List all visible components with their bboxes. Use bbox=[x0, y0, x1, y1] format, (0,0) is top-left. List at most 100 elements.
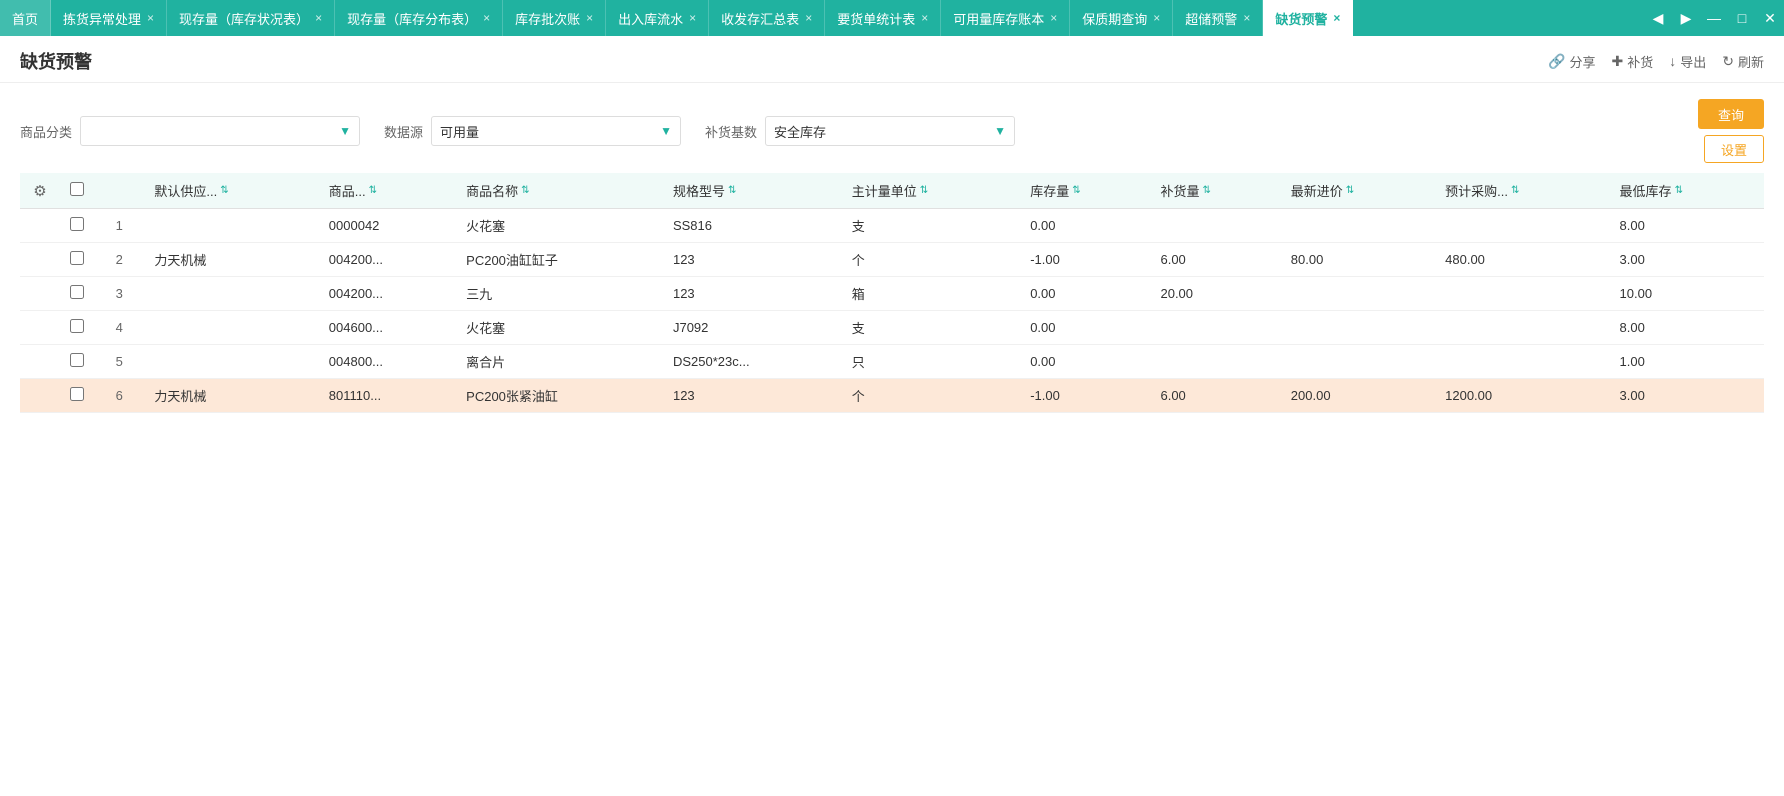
tab-inventory-status[interactable]: 现存量（库存状况表） × bbox=[167, 0, 335, 36]
tab-available-ledger[interactable]: 可用量库存账本 × bbox=[941, 0, 1070, 36]
window-minimize-btn[interactable]: — bbox=[1700, 0, 1728, 36]
cell-est_purchase bbox=[1435, 277, 1609, 311]
column-est-purchase[interactable]: 预计采购... ⇅ bbox=[1435, 173, 1609, 209]
column-latest-price[interactable]: 最新进价 ⇅ bbox=[1281, 173, 1435, 209]
replenish-base-label: 补货基数 bbox=[705, 122, 757, 141]
tab-label-home: 首页 bbox=[12, 9, 38, 28]
supplier-sort[interactable]: 默认供应... ⇅ bbox=[154, 181, 228, 200]
settings-button[interactable]: 设置 bbox=[1704, 135, 1764, 163]
tab-close-shortage[interactable]: × bbox=[1333, 11, 1340, 25]
window-close-btn[interactable]: ✕ bbox=[1756, 0, 1784, 36]
row-gear-cell bbox=[20, 209, 60, 243]
row-checkbox-4[interactable] bbox=[70, 353, 84, 367]
tab-close-requisition-stats[interactable]: × bbox=[921, 11, 928, 25]
tab-close-inventory-status[interactable]: × bbox=[315, 11, 322, 25]
column-min-stock[interactable]: 最低库存 ⇅ bbox=[1610, 173, 1764, 209]
tab-inout-flow[interactable]: 出入库流水 × bbox=[606, 0, 709, 36]
column-goods-code[interactable]: 商品... ⇅ bbox=[319, 173, 456, 209]
tab-close-available-ledger[interactable]: × bbox=[1050, 11, 1057, 25]
tab-exception[interactable]: 拣货异常处理 × bbox=[51, 0, 167, 36]
row-checkbox-1[interactable] bbox=[70, 251, 84, 265]
tab-shortage[interactable]: 缺货预警 × bbox=[1263, 0, 1353, 36]
cell-latest_price bbox=[1281, 277, 1435, 311]
tab-label-requisition-stats: 要货单统计表 bbox=[837, 9, 915, 28]
spec-sort-icon: ⇅ bbox=[728, 185, 736, 196]
row-checkbox-cell[interactable] bbox=[60, 311, 94, 345]
row-checkbox-3[interactable] bbox=[70, 319, 84, 333]
est-purchase-sort[interactable]: 预计采购... ⇅ bbox=[1445, 181, 1519, 200]
tab-next-btn[interactable]: ▶ bbox=[1672, 0, 1700, 36]
category-select[interactable]: ▼ bbox=[80, 116, 360, 146]
export-btn[interactable]: ↓ 导出 bbox=[1669, 52, 1706, 71]
column-replenish[interactable]: 补货量 ⇅ bbox=[1150, 173, 1280, 209]
replenish-base-select[interactable]: 安全库存 ▼ bbox=[765, 116, 1015, 146]
tab-close-overstock[interactable]: × bbox=[1243, 11, 1250, 25]
select-all-checkbox[interactable] bbox=[70, 182, 84, 196]
tab-label-inventory-status: 现存量（库存状况表） bbox=[179, 9, 309, 28]
row-num: 3 bbox=[94, 277, 144, 311]
unit-sort[interactable]: 主计量单位 ⇅ bbox=[852, 181, 928, 200]
tab-close-inventory-dist[interactable]: × bbox=[483, 11, 490, 25]
replenish-btn[interactable]: ✚ 补货 bbox=[1611, 52, 1653, 71]
column-supplier[interactable]: 默认供应... ⇅ bbox=[144, 173, 318, 209]
row-checkbox-0[interactable] bbox=[70, 217, 84, 231]
tab-bar: 首页拣货异常处理 ×现存量（库存状况表） ×现存量（库存分布表） ×库存批次账 … bbox=[0, 0, 1784, 36]
latest-price-sort[interactable]: 最新进价 ⇅ bbox=[1291, 181, 1354, 200]
row-checkbox-cell[interactable] bbox=[60, 209, 94, 243]
cell-supplier: 力天机械 bbox=[144, 243, 318, 277]
tab-close-batch-account[interactable]: × bbox=[586, 11, 593, 25]
column-stock[interactable]: 库存量 ⇅ bbox=[1020, 173, 1150, 209]
header-actions: 🔗 分享 ✚ 补货 ↓ 导出 ↻ 刷新 bbox=[1548, 52, 1764, 71]
cell-spec: 123 bbox=[663, 277, 842, 311]
cell-goods_code: 801110... bbox=[319, 379, 456, 413]
tab-batch-account[interactable]: 库存批次账 × bbox=[503, 0, 606, 36]
tab-label-receive-summary: 收发存汇总表 bbox=[721, 9, 799, 28]
cell-spec: DS250*23c... bbox=[663, 345, 842, 379]
cell-latest_price bbox=[1281, 209, 1435, 243]
tab-expiry-query[interactable]: 保质期查询 × bbox=[1070, 0, 1173, 36]
tab-close-receive-summary[interactable]: × bbox=[805, 11, 812, 25]
row-checkbox-cell[interactable] bbox=[60, 277, 94, 311]
tab-close-inout-flow[interactable]: × bbox=[689, 11, 696, 25]
cell-est_purchase: 480.00 bbox=[1435, 243, 1609, 277]
cell-stock: 0.00 bbox=[1020, 311, 1150, 345]
goods-code-sort[interactable]: 商品... ⇅ bbox=[329, 181, 377, 200]
row-gear-cell bbox=[20, 345, 60, 379]
tab-requisition-stats[interactable]: 要货单统计表 × bbox=[825, 0, 941, 36]
window-maximize-btn[interactable]: □ bbox=[1728, 0, 1756, 36]
tab-label-overstock: 超储预警 bbox=[1185, 9, 1237, 28]
column-goods-name[interactable]: 商品名称 ⇅ bbox=[456, 173, 663, 209]
query-button[interactable]: 查询 bbox=[1698, 99, 1764, 129]
refresh-btn[interactable]: ↻ 刷新 bbox=[1722, 52, 1764, 71]
tab-close-exception[interactable]: × bbox=[147, 11, 154, 25]
datasource-select[interactable]: 可用量 ▼ bbox=[431, 116, 681, 146]
column-unit[interactable]: 主计量单位 ⇅ bbox=[842, 173, 1020, 209]
row-num: 6 bbox=[94, 379, 144, 413]
row-checkbox-cell[interactable] bbox=[60, 379, 94, 413]
cell-est_purchase bbox=[1435, 345, 1609, 379]
row-checkbox-cell[interactable] bbox=[60, 345, 94, 379]
gear-icon[interactable]: ⚙ bbox=[33, 182, 46, 200]
tab-prev-btn[interactable]: ◀ bbox=[1644, 0, 1672, 36]
share-icon: 🔗 bbox=[1548, 53, 1565, 70]
cell-est_purchase bbox=[1435, 209, 1609, 243]
row-checkbox-2[interactable] bbox=[70, 285, 84, 299]
tab-inventory-dist[interactable]: 现存量（库存分布表） × bbox=[335, 0, 503, 36]
replenish-sort[interactable]: 补货量 ⇅ bbox=[1160, 181, 1210, 200]
spec-sort[interactable]: 规格型号 ⇅ bbox=[673, 181, 736, 200]
tab-home[interactable]: 首页 bbox=[0, 0, 51, 36]
tab-close-expiry-query[interactable]: × bbox=[1153, 11, 1160, 25]
tab-receive-summary[interactable]: 收发存汇总表 × bbox=[709, 0, 825, 36]
tab-overstock[interactable]: 超储预警 × bbox=[1173, 0, 1263, 36]
stock-sort[interactable]: 库存量 ⇅ bbox=[1030, 181, 1080, 200]
cell-min_stock: 3.00 bbox=[1610, 243, 1764, 277]
column-spec[interactable]: 规格型号 ⇅ bbox=[663, 173, 842, 209]
cell-spec: J7092 bbox=[663, 311, 842, 345]
row-checkbox-5[interactable] bbox=[70, 387, 84, 401]
row-checkbox-cell[interactable] bbox=[60, 243, 94, 277]
column-gear[interactable]: ⚙ bbox=[20, 173, 60, 209]
share-btn[interactable]: 🔗 分享 bbox=[1548, 52, 1595, 71]
column-checkbox[interactable] bbox=[60, 173, 94, 209]
goods-name-sort[interactable]: 商品名称 ⇅ bbox=[466, 181, 529, 200]
min-stock-sort[interactable]: 最低库存 ⇅ bbox=[1620, 181, 1683, 200]
